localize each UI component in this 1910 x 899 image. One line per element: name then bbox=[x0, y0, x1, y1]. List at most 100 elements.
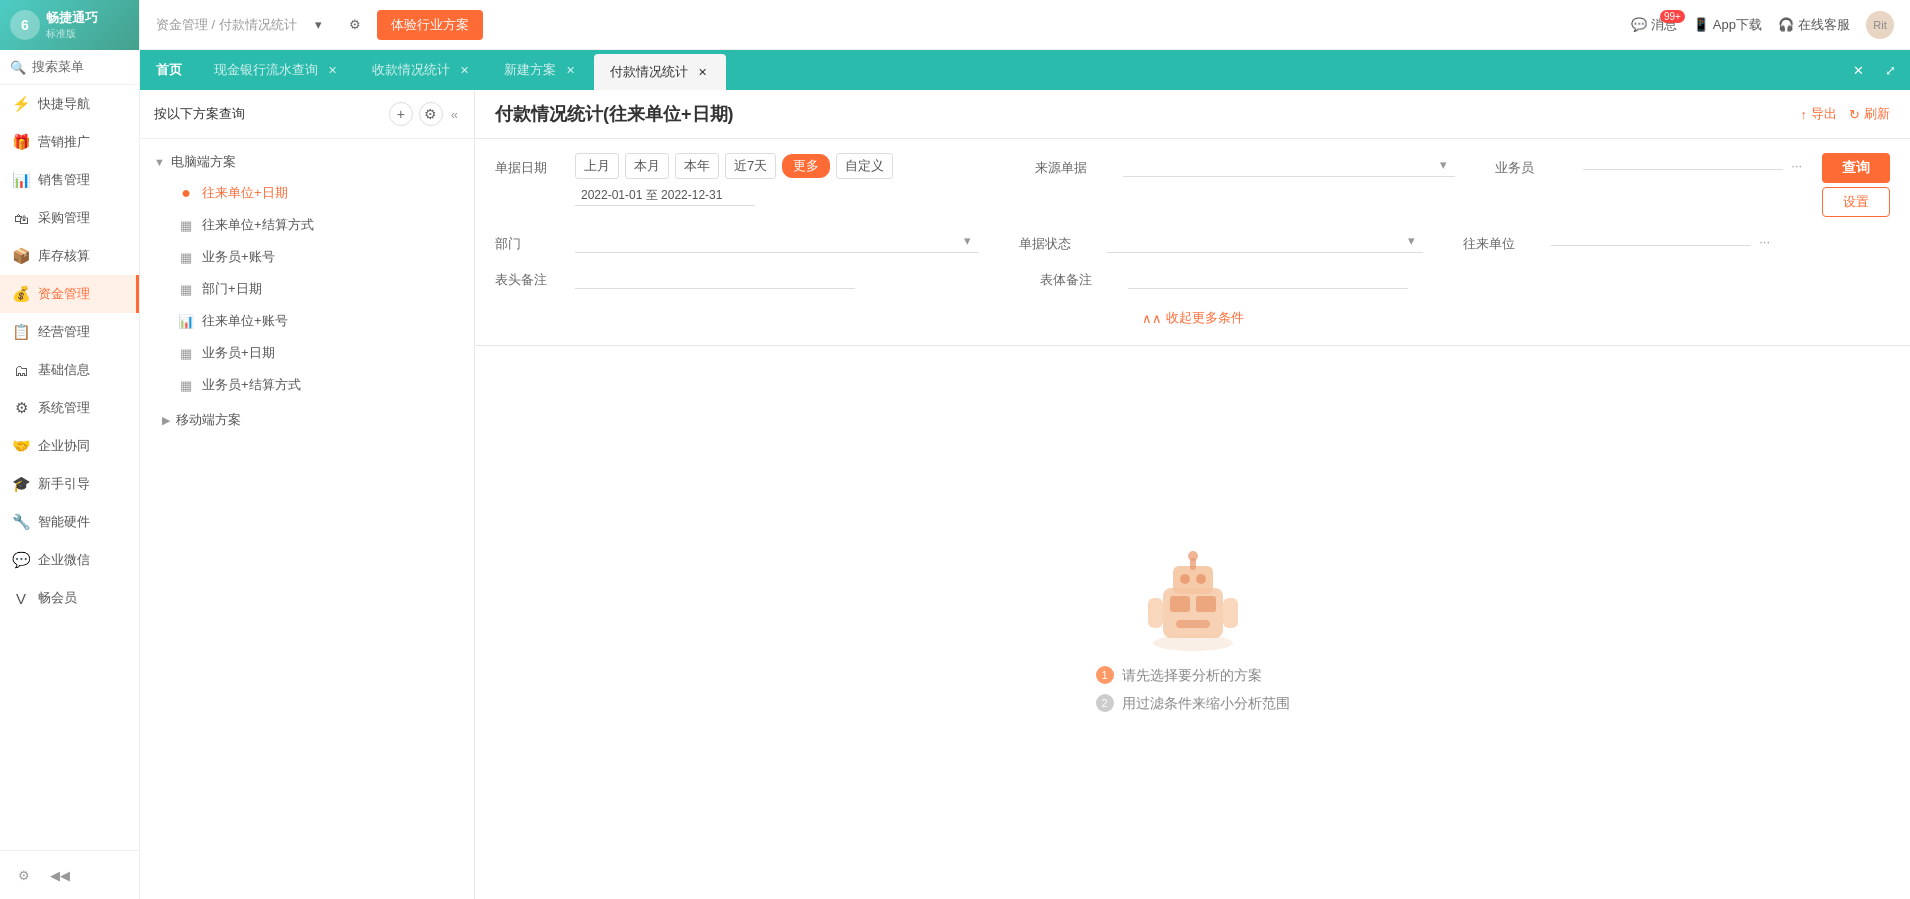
voucher-status-select[interactable]: ▾ bbox=[1107, 229, 1423, 253]
date-range-input[interactable] bbox=[575, 185, 755, 206]
partner-more-btn[interactable]: ··· bbox=[1759, 234, 1770, 249]
scheme-item-staff-date[interactable]: ▦ 业务员+日期 bbox=[154, 337, 460, 369]
collapse-more-btn[interactable]: ∧∧ 收起更多条件 bbox=[495, 301, 1890, 331]
sidebar-search[interactable]: 🔍 搜索菜单 bbox=[0, 50, 139, 85]
wechat-icon: 💬 bbox=[12, 551, 30, 569]
scheme-item-label: 往来单位+结算方式 bbox=[202, 216, 314, 234]
left-panel-collapse-btn[interactable]: « bbox=[449, 105, 460, 124]
query-button[interactable]: 查询 bbox=[1822, 153, 1890, 183]
sidebar-item-sales[interactable]: 📊 销售管理 bbox=[0, 161, 139, 199]
breadcrumb-dropdown[interactable]: ▾ bbox=[305, 11, 333, 39]
desktop-scheme-items: ● 往来单位+日期 ▦ 往来单位+结算方式 ▦ 业务员+账号 ▦ bbox=[154, 177, 460, 401]
chevron-up-icon: ∧∧ bbox=[1142, 311, 1162, 326]
date-btn-last-month[interactable]: 上月 bbox=[575, 153, 619, 179]
staff-select[interactable] bbox=[1583, 161, 1783, 170]
header-note-input[interactable] bbox=[575, 265, 855, 289]
header-gear-btn[interactable]: ⚙ bbox=[341, 11, 369, 39]
voucher-status-dropdown-icon: ▾ bbox=[1408, 233, 1415, 248]
mobile-expand-icon: ▶ bbox=[162, 414, 170, 427]
mobile-group-header[interactable]: ▶ 移动端方案 bbox=[154, 405, 460, 435]
export-btn[interactable]: ↑ 导出 bbox=[1801, 105, 1838, 123]
sidebar-item-hardware[interactable]: 🔧 智能硬件 bbox=[0, 503, 139, 541]
date-btn-last-7days[interactable]: 近7天 bbox=[725, 153, 776, 179]
dept-select[interactable]: ▾ bbox=[575, 229, 979, 253]
svg-rect-7 bbox=[1173, 566, 1213, 594]
sidebar-item-marketing[interactable]: 🎁 营销推广 bbox=[0, 123, 139, 161]
scheme-item-dept-date[interactable]: ▦ 部门+日期 bbox=[154, 273, 460, 305]
tab-home[interactable]: 首页 bbox=[140, 50, 198, 90]
sidebar-item-label: 营销推广 bbox=[38, 133, 90, 151]
user-profile[interactable]: Rit bbox=[1866, 11, 1894, 39]
scheme-item-partner-account[interactable]: 📊 往来单位+账号 bbox=[154, 305, 460, 337]
tab-fullscreen[interactable]: ⤢ bbox=[1878, 58, 1902, 82]
sidebar-item-quick-nav[interactable]: ⚡ 快捷导航 bbox=[0, 85, 139, 123]
sidebar-item-finance[interactable]: 💰 资金管理 bbox=[0, 275, 139, 313]
scheme-group-mobile: ▶ 移动端方案 bbox=[154, 405, 460, 435]
partner-select[interactable] bbox=[1551, 237, 1751, 246]
main-area: 资金管理 / 付款情况统计 ▾ ⚙ 体验行业方案 💬 消息 99+ 📱 App下… bbox=[140, 0, 1910, 899]
sidebar-item-basic[interactable]: 🗂 基础信息 bbox=[0, 351, 139, 389]
left-panel-actions: + ⚙ « bbox=[389, 102, 460, 126]
sidebar-footer-settings[interactable]: ⚙ bbox=[10, 861, 38, 889]
staff-more-btn[interactable]: ··· bbox=[1791, 158, 1802, 173]
scheme-item-staff-account[interactable]: ▦ 业务员+账号 bbox=[154, 241, 460, 273]
member-icon: V bbox=[12, 589, 30, 607]
tab-payments-close[interactable]: ✕ bbox=[694, 64, 710, 80]
dept-label: 部门 bbox=[495, 229, 575, 253]
date-btn-custom[interactable]: 自定义 bbox=[836, 153, 893, 179]
filter-settings-btn[interactable]: 设置 bbox=[1822, 187, 1890, 217]
tab-cash-flow-close[interactable]: ✕ bbox=[324, 62, 340, 78]
tab-close-all[interactable]: ✕ bbox=[1846, 58, 1870, 82]
sidebar-item-purchase[interactable]: 🛍 采购管理 bbox=[0, 199, 139, 237]
sidebar-item-guide[interactable]: 🎓 新手引导 bbox=[0, 465, 139, 503]
scheme-item-staff-settlement[interactable]: ▦ 业务员+结算方式 bbox=[154, 369, 460, 401]
sidebar-item-member[interactable]: V 畅会员 bbox=[0, 579, 139, 617]
date-btn-this-year[interactable]: 本年 bbox=[675, 153, 719, 179]
export-label: 导出 bbox=[1811, 105, 1837, 123]
enterprise-icon: 🤝 bbox=[12, 437, 30, 455]
partner-settlement-icon: ▦ bbox=[178, 217, 194, 233]
scheme-item-partner-settlement[interactable]: ▦ 往来单位+结算方式 bbox=[154, 209, 460, 241]
sidebar-item-label: 基础信息 bbox=[38, 361, 90, 379]
scheme-settings-btn[interactable]: ⚙ bbox=[419, 102, 443, 126]
body-note-input[interactable] bbox=[1128, 265, 1408, 289]
tab-new-scheme-close[interactable]: ✕ bbox=[562, 62, 578, 78]
staff-date-icon: ▦ bbox=[178, 345, 194, 361]
date-btn-more[interactable]: 更多 bbox=[782, 154, 830, 178]
app-download-btn[interactable]: 📱 App下载 bbox=[1693, 16, 1762, 34]
empty-illustration bbox=[1128, 528, 1258, 661]
trial-button[interactable]: 体验行业方案 bbox=[377, 10, 483, 40]
source-select[interactable]: ▾ bbox=[1123, 153, 1455, 177]
notifications-btn[interactable]: 💬 消息 99+ bbox=[1631, 16, 1677, 34]
online-service-btn[interactable]: 🎧 在线客服 bbox=[1778, 16, 1850, 34]
date-btn-this-month[interactable]: 本月 bbox=[625, 153, 669, 179]
tab-receipts[interactable]: 收款情况统计 ✕ bbox=[356, 50, 488, 90]
sidebar: 6 畅捷通巧 标准版 🔍 搜索菜单 ⚡ 快捷导航 🎁 营销推广 📊 销售管理 🛍… bbox=[0, 0, 140, 899]
scheme-item-partner-date[interactable]: ● 往来单位+日期 bbox=[154, 177, 460, 209]
sidebar-footer-collapse[interactable]: ◀◀ bbox=[46, 861, 74, 889]
marketing-icon: 🎁 bbox=[12, 133, 30, 151]
add-scheme-btn[interactable]: + bbox=[389, 102, 413, 126]
sidebar-nav: ⚡ 快捷导航 🎁 营销推广 📊 销售管理 🛍 采购管理 📦 库存核算 💰 资金管… bbox=[0, 85, 139, 850]
sidebar-item-label: 销售管理 bbox=[38, 171, 90, 189]
tab-cash-flow[interactable]: 现金银行流水查询 ✕ bbox=[198, 50, 356, 90]
quick-nav-icon: ⚡ bbox=[12, 95, 30, 113]
refresh-icon: ↻ bbox=[1849, 107, 1860, 122]
sidebar-item-label: 采购管理 bbox=[38, 209, 90, 227]
sidebar-footer: ⚙ ◀◀ bbox=[0, 850, 139, 899]
desktop-group-header[interactable]: ▼ 电脑端方案 bbox=[154, 147, 460, 177]
notifications-badge: 99+ bbox=[1660, 10, 1685, 23]
filter-area: 单据日期 上月 本月 本年 近7天 更多 自定义 来源单据 bbox=[475, 139, 1910, 346]
sidebar-item-wechat[interactable]: 💬 企业微信 bbox=[0, 541, 139, 579]
tab-receipts-close[interactable]: ✕ bbox=[456, 62, 472, 78]
sidebar-item-operation[interactable]: 📋 经营管理 bbox=[0, 313, 139, 351]
staff-account-icon: ▦ bbox=[178, 249, 194, 265]
tab-new-scheme[interactable]: 新建方案 ✕ bbox=[488, 50, 594, 90]
sidebar-item-enterprise[interactable]: 🤝 企业协同 bbox=[0, 427, 139, 465]
partner-label: 往来单位 bbox=[1463, 229, 1543, 253]
refresh-btn[interactable]: ↻ 刷新 bbox=[1849, 105, 1890, 123]
sidebar-item-inventory[interactable]: 📦 库存核算 bbox=[0, 237, 139, 275]
header-right: 💬 消息 99+ 📱 App下载 🎧 在线客服 Rit bbox=[1631, 11, 1894, 39]
tab-payments[interactable]: 付款情况统计 ✕ bbox=[594, 54, 726, 90]
sidebar-item-system[interactable]: ⚙ 系统管理 bbox=[0, 389, 139, 427]
